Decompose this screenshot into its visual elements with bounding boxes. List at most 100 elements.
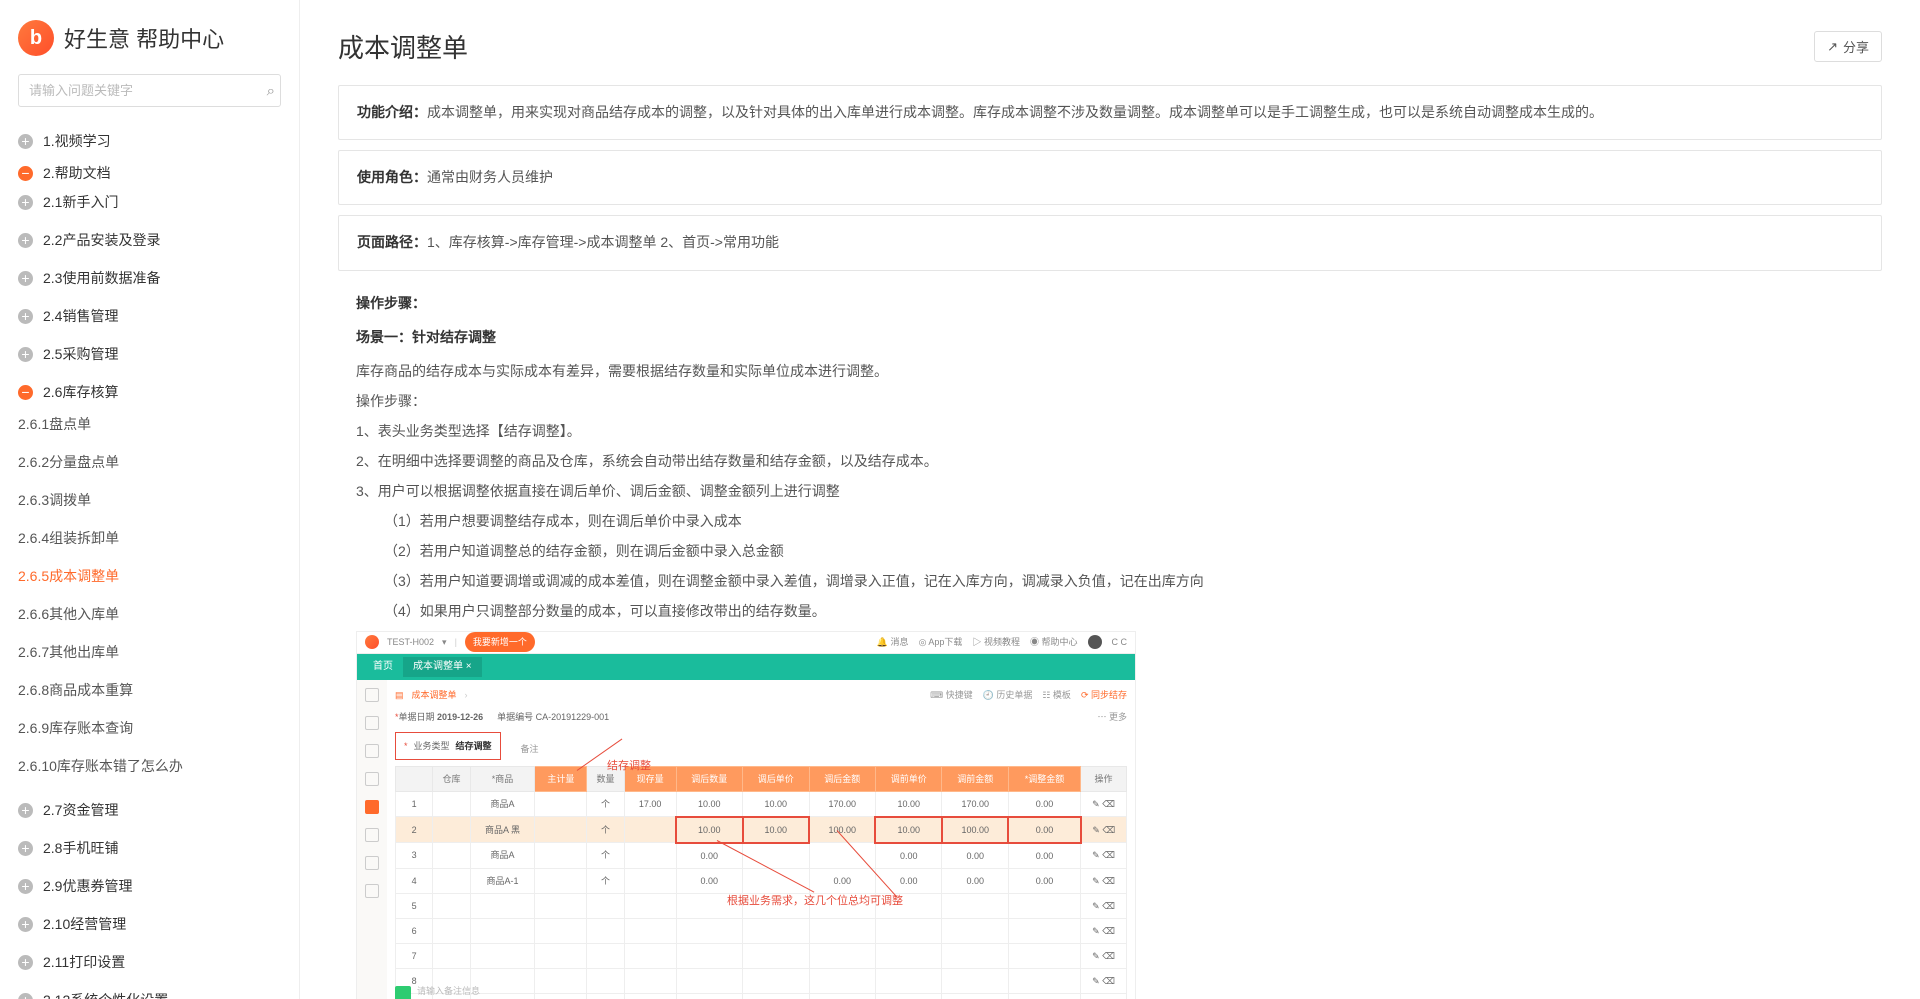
nav-label: 2.6库存核算 bbox=[43, 382, 118, 402]
ss-org: TEST-H002 bbox=[387, 633, 434, 651]
nav-item[interactable]: 2.6.9库存账本查询 bbox=[18, 715, 281, 741]
nav-label: 2.8手机旺铺 bbox=[43, 838, 118, 858]
rail-icon[interactable] bbox=[365, 772, 379, 786]
plus-icon: + bbox=[18, 841, 33, 856]
nav-item[interactable]: +2.3使用前数据准备 bbox=[18, 265, 281, 291]
rail-icon[interactable] bbox=[365, 716, 379, 730]
rail-icon[interactable] bbox=[365, 856, 379, 870]
ss-tpl[interactable]: ☷ 模板 bbox=[1042, 686, 1071, 704]
search-input[interactable] bbox=[18, 74, 281, 107]
nav-item[interactable]: 2.6.1盘点单 bbox=[18, 411, 281, 437]
nav-label: 1.视频学习 bbox=[43, 131, 111, 151]
nav-label: 2.4销售管理 bbox=[43, 306, 118, 326]
search-icon[interactable]: ⌕ bbox=[267, 82, 275, 99]
rail-icon[interactable] bbox=[365, 744, 379, 758]
list-icon: ▤ bbox=[395, 686, 404, 704]
bell-icon[interactable]: 🔔 消息 bbox=[877, 633, 909, 651]
intro-box: 功能介绍：成本调整单，用来实现对商品结存成本的调整，以及针对具体的出入库单进行成… bbox=[338, 85, 1882, 140]
nav-item[interactable]: +2.11打印设置 bbox=[18, 949, 281, 975]
nav-item[interactable]: +2.9优惠券管理 bbox=[18, 873, 281, 899]
nav-label: 2.1新手入门 bbox=[43, 192, 118, 212]
nav-label: 2.6.9库存账本查询 bbox=[18, 718, 133, 738]
path-label: 页面路径： bbox=[357, 234, 427, 250]
nav-label: 2.帮助文档 bbox=[43, 163, 111, 183]
app-link[interactable]: ◎ App下载 bbox=[919, 633, 963, 651]
nav-item[interactable]: +1.视频学习 bbox=[18, 131, 281, 151]
nav-item[interactable]: 2.6.3调拨单 bbox=[18, 487, 281, 513]
footer-icon[interactable] bbox=[395, 986, 411, 999]
nav-label: 2.6.1盘点单 bbox=[18, 414, 91, 434]
nav-label: 2.5采购管理 bbox=[43, 344, 118, 364]
ss-username: C C bbox=[1112, 633, 1128, 651]
nav-item[interactable]: +2.7资金管理 bbox=[18, 797, 281, 823]
path-box: 页面路径：1、库存核算->库存管理->成本调整单 2、首页->常用功能 bbox=[338, 215, 1882, 270]
nav-item[interactable]: 2.6.2分量盘点单 bbox=[18, 449, 281, 475]
nav-item[interactable]: +2.2产品安装及登录 bbox=[18, 227, 281, 253]
nav-label: 2.6.4组装拆卸单 bbox=[18, 528, 119, 548]
nav-label: 2.6.10库存账本错了怎么办 bbox=[18, 756, 183, 776]
date-label: 单据日期 bbox=[399, 712, 435, 722]
nav-label: 2.9优惠券管理 bbox=[43, 876, 132, 896]
help-link[interactable]: ◉ 帮助中心 bbox=[1030, 633, 1078, 651]
nav-item[interactable]: 2.6.8商品成本重算 bbox=[18, 677, 281, 703]
role-text: 通常由财务人员维护 bbox=[427, 169, 553, 185]
ss-tabs: 首页 成本调整单 × bbox=[357, 654, 1135, 680]
plus-icon: + bbox=[18, 233, 33, 248]
nav-item[interactable]: 2.6.6其他入库单 bbox=[18, 601, 281, 627]
ss-logo-icon bbox=[365, 635, 379, 649]
role-box: 使用角色：通常由财务人员维护 bbox=[338, 150, 1882, 205]
nav-item[interactable]: 2.6.7其他出库单 bbox=[18, 639, 281, 665]
nav-item[interactable]: 2.6.4组装拆卸单 bbox=[18, 525, 281, 551]
more-link[interactable]: 更多 bbox=[1109, 712, 1127, 722]
nav-item[interactable]: +2.5采购管理 bbox=[18, 341, 281, 367]
avatar-icon[interactable] bbox=[1088, 635, 1102, 649]
nav-tree: +1.视频学习−2.帮助文档+2.1新手入门+2.2产品安装及登录+2.3使用前… bbox=[18, 125, 281, 999]
nav-item[interactable]: −2.6库存核算 bbox=[18, 379, 281, 405]
op-1: 1、表头业务类型选择【结存调整】。 bbox=[356, 417, 1864, 445]
op-2: 2、在明细中选择要调整的商品及仓库，系统会自动带出结存数量和结存金额，以及结存成… bbox=[356, 447, 1864, 475]
note-label: 备注 bbox=[521, 740, 539, 758]
nav-item[interactable]: 2.6.10库存账本错了怎么办 bbox=[18, 753, 281, 779]
share-button[interactable]: ↗ 分享 bbox=[1814, 31, 1882, 62]
nav-item[interactable]: +2.8手机旺铺 bbox=[18, 835, 281, 861]
plus-icon: + bbox=[18, 917, 33, 932]
nav-item[interactable]: −2.帮助文档 bbox=[18, 163, 281, 183]
biz-type-field[interactable]: *业务类型 结存调整 bbox=[395, 732, 501, 760]
subop-1: （1）若用户想要调整结存成本，则在调后单价中录入成本 bbox=[356, 507, 1864, 535]
ss-new-button[interactable]: 我要新增一个 bbox=[465, 632, 535, 652]
nav-label: 2.11打印设置 bbox=[43, 952, 125, 972]
ss-grid: 仓库*商品主计量数量现存量调后数量调后单价调后金额调前单价调前金额*调整金额操作… bbox=[395, 766, 1127, 999]
rail-icon-active[interactable] bbox=[365, 800, 379, 814]
chevron-down-icon: ▾ bbox=[442, 633, 447, 651]
nav-item[interactable]: 2.6.5成本调整单 bbox=[18, 563, 281, 589]
ss-quick[interactable]: ⌨ 快捷键 bbox=[930, 686, 973, 704]
page-title: 成本调整单 bbox=[338, 28, 468, 65]
role-label: 使用角色： bbox=[357, 169, 427, 185]
annotation-1: 结存调整 bbox=[607, 755, 651, 777]
logo-icon: b bbox=[18, 20, 54, 56]
plus-icon: + bbox=[18, 309, 33, 324]
search-box: ⌕ bbox=[18, 74, 281, 107]
subop-3: （3）若用户知道要调增或调减的成本差值，则在调整金额中录入差值，调增录入正值，记… bbox=[356, 567, 1864, 595]
op-3: 3、用户可以根据调整依据直接在调后单价、调后金额、调整金额列上进行调整 bbox=[356, 477, 1864, 505]
video-link[interactable]: ▷ 视频教程 bbox=[972, 633, 1020, 651]
nav-label: 2.2产品安装及登录 bbox=[43, 230, 160, 250]
nav-item[interactable]: +2.1新手入门 bbox=[18, 189, 281, 215]
no-value: CA-20191229-001 bbox=[536, 712, 610, 722]
ss-panel: ▤ 成本调整单 › ⌨ 快捷键 🕘 历史单据 ☷ 模板 ⟳ 同步结存 *单据日期… bbox=[387, 680, 1135, 999]
annotation-2: 根据业务需求，这几个位总均可调整 bbox=[727, 890, 903, 912]
rail-icon[interactable] bbox=[365, 688, 379, 702]
rail-icon[interactable] bbox=[365, 828, 379, 842]
ss-tab-doc[interactable]: 成本调整单 × bbox=[403, 657, 482, 677]
ss-history[interactable]: 🕘 历史单据 bbox=[983, 686, 1033, 704]
ss-sync[interactable]: ⟳ 同步结存 bbox=[1081, 686, 1127, 704]
rail-icon[interactable] bbox=[365, 884, 379, 898]
plus-icon: + bbox=[18, 134, 33, 149]
nav-label: 2.3使用前数据准备 bbox=[43, 268, 160, 288]
nav-label: 2.6.5成本调整单 bbox=[18, 566, 119, 586]
share-icon: ↗ bbox=[1827, 39, 1838, 55]
ss-tab-home[interactable]: 首页 bbox=[363, 657, 403, 677]
nav-item[interactable]: +2.10经营管理 bbox=[18, 911, 281, 937]
nav-item[interactable]: +2.12系统个性化设置 bbox=[18, 987, 281, 999]
nav-item[interactable]: +2.4销售管理 bbox=[18, 303, 281, 329]
